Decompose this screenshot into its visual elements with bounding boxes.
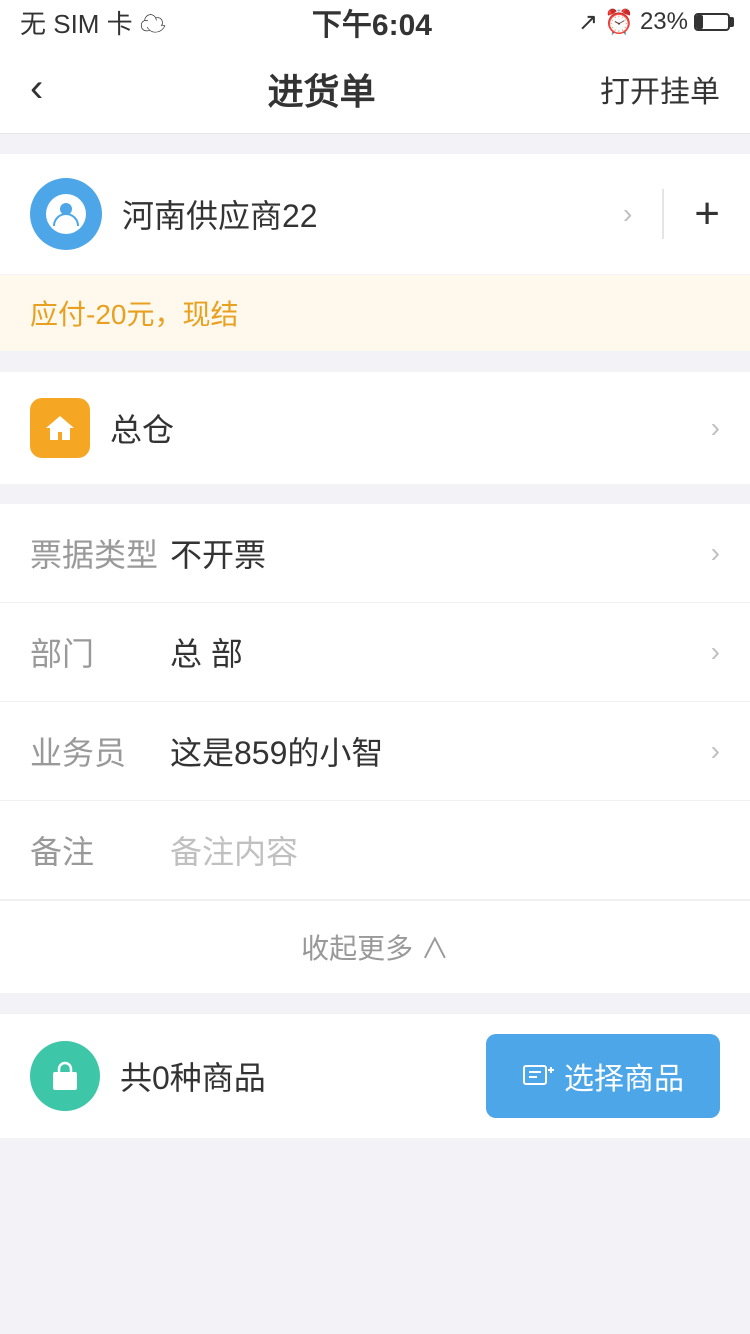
section-gap-1 xyxy=(0,134,750,154)
person-icon xyxy=(50,198,82,230)
bottom-bar: 共0种商品 选择商品 xyxy=(0,1013,750,1138)
status-right: ↗ ⏰ 23% xyxy=(578,8,730,37)
supplier-name: 河南供应商22 xyxy=(122,191,623,237)
salesperson-label: 业务员 xyxy=(30,728,170,774)
collapse-button[interactable]: 收起更多 ∧ xyxy=(0,900,750,993)
invoice-type-chevron-icon: › xyxy=(711,537,720,569)
add-button[interactable]: + xyxy=(694,189,720,239)
section-gap-3 xyxy=(0,484,750,504)
supplier-chevron-icon: › xyxy=(623,198,632,230)
warehouse-section: 总仓 › xyxy=(0,372,750,484)
invoice-type-row[interactable]: 票据类型 不开票 › xyxy=(0,504,750,603)
supplier-divider xyxy=(662,189,664,239)
department-label: 部门 xyxy=(30,629,170,675)
invoice-type-label: 票据类型 xyxy=(30,530,170,576)
battery-icon xyxy=(694,13,730,31)
department-value: 总 部 xyxy=(170,629,701,675)
form-section: 票据类型 不开票 › 部门 总 部 › 业务员 这是859的小智 › 备注 备注… xyxy=(0,504,750,993)
location-icon: ↗ xyxy=(578,8,598,37)
remark-label: 备注 xyxy=(30,827,170,873)
warehouse-name: 总仓 xyxy=(110,405,701,451)
select-product-button[interactable]: 选择商品 xyxy=(486,1034,720,1118)
house-icon xyxy=(42,410,78,446)
avatar-icon xyxy=(46,194,86,234)
remark-placeholder: 备注内容 xyxy=(170,827,720,873)
salesperson-chevron-icon: › xyxy=(711,735,720,767)
status-left: 无 SIM 卡 ☁ xyxy=(20,4,166,41)
remark-row[interactable]: 备注 备注内容 xyxy=(0,801,750,900)
salesperson-value: 这是859的小智 xyxy=(170,728,701,774)
nav-bar: ‹ 进货单 打开挂单 xyxy=(0,44,750,134)
alarm-icon: ⏰ xyxy=(604,8,634,37)
select-product-icon xyxy=(522,1062,554,1090)
warehouse-chevron-icon: › xyxy=(711,412,720,444)
product-icon-wrap xyxy=(30,1041,100,1111)
back-button[interactable]: ‹ xyxy=(30,66,43,111)
status-time: 下午6:04 xyxy=(312,0,432,44)
department-row[interactable]: 部门 总 部 › xyxy=(0,603,750,702)
warehouse-icon-wrap xyxy=(30,398,90,458)
section-gap-4 xyxy=(0,993,750,1013)
battery-text: 23% xyxy=(640,8,688,36)
select-product-label: 选择商品 xyxy=(564,1054,684,1098)
salesperson-row[interactable]: 业务员 这是859的小智 › xyxy=(0,702,750,801)
supplier-avatar xyxy=(30,178,102,250)
status-bar: 无 SIM 卡 ☁ 下午6:04 ↗ ⏰ 23% xyxy=(0,0,750,44)
product-count-text: 共0种商品 xyxy=(120,1053,486,1099)
supplier-section: 河南供应商22 › + 应付-20元，现结 xyxy=(0,154,750,352)
supplier-row[interactable]: 河南供应商22 › + xyxy=(0,154,750,274)
department-chevron-icon: › xyxy=(711,636,720,668)
shopping-bag-icon xyxy=(45,1056,85,1096)
info-banner: 应付-20元，现结 xyxy=(0,274,750,352)
invoice-type-value: 不开票 xyxy=(170,530,701,576)
warehouse-row[interactable]: 总仓 › xyxy=(0,372,750,484)
open-pending-button[interactable]: 打开挂单 xyxy=(600,67,720,111)
signal-text: 无 SIM 卡 ☁ xyxy=(20,4,166,41)
page-title: 进货单 xyxy=(268,63,376,115)
section-gap-2 xyxy=(0,352,750,372)
